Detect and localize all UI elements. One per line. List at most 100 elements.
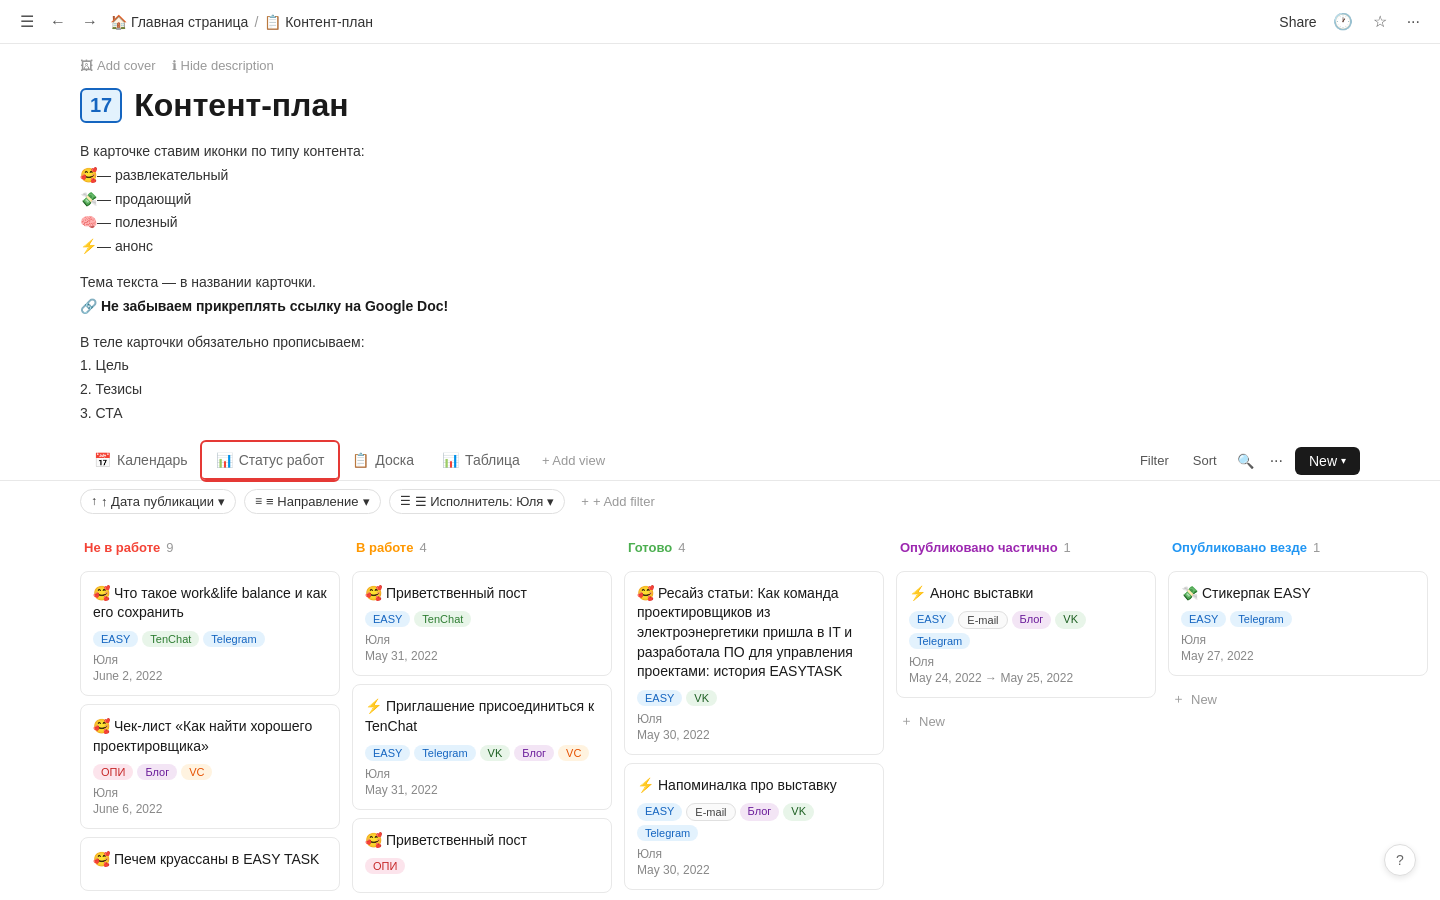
hide-description-button[interactable]: ℹ Hide description bbox=[172, 58, 274, 73]
card-title: 🥰Чек-лист «Как найти хорошего проектиров… bbox=[93, 717, 327, 756]
column-not-working: Не в работе9 🥰Что такое work&life balanc… bbox=[80, 534, 340, 900]
breadcrumb-sep: / bbox=[254, 14, 258, 30]
card-tags: ОПИБлогVC bbox=[93, 764, 327, 780]
person-icon: ☰ bbox=[400, 494, 411, 508]
card-tag: EASY bbox=[1181, 611, 1226, 627]
star-icon[interactable]: ☆ bbox=[1369, 8, 1391, 35]
card-author: Юля bbox=[1181, 633, 1415, 647]
calendar-tab-icon: 📅 bbox=[94, 452, 111, 468]
card[interactable]: 🥰Приветственный пост ОПИ bbox=[352, 818, 612, 894]
add-card-button-published[interactable]: ＋New bbox=[1168, 684, 1428, 714]
column-count: 4 bbox=[678, 540, 685, 555]
desc-useful: 🧠— полезный bbox=[80, 211, 1360, 235]
column-header-published: Опубликовано везде1 bbox=[1168, 534, 1428, 563]
add-filter-button[interactable]: + + Add filter bbox=[573, 490, 662, 513]
column-published: Опубликовано везде1 💸Стикерпак EASY EASY… bbox=[1168, 534, 1428, 900]
plus-icon: + bbox=[581, 494, 589, 509]
card-tag: EASY bbox=[365, 745, 410, 761]
card-date: May 30, 2022 bbox=[637, 863, 871, 877]
card[interactable]: ⚡Анонс выставки EASYE-mailБлогVKTelegram… bbox=[896, 571, 1156, 699]
desc-selling: 💸— продающий bbox=[80, 188, 1360, 212]
card-date: May 31, 2022 bbox=[365, 649, 599, 663]
page-header: 🖼 Add cover ℹ Hide description 17 Контен… bbox=[0, 44, 1440, 426]
card-tag: EASY bbox=[909, 611, 954, 629]
tab-table[interactable]: 📊 Таблица bbox=[428, 442, 534, 480]
date-filter-chip[interactable]: ↑ ↑ Дата публикации ▾ bbox=[80, 489, 236, 514]
card-title: 🥰Приветственный пост bbox=[365, 584, 599, 604]
add-cover-button[interactable]: 🖼 Add cover bbox=[80, 58, 156, 73]
card-date: May 27, 2022 bbox=[1181, 649, 1415, 663]
chevron-down-icon: ▾ bbox=[363, 494, 370, 509]
list-item-2: 2. Тезисы bbox=[80, 378, 1360, 402]
card-tag: Блог bbox=[740, 803, 780, 821]
card-date: June 2, 2022 bbox=[93, 669, 327, 683]
search-button[interactable]: 🔍 bbox=[1233, 449, 1258, 473]
card-tags: ОПИ bbox=[365, 858, 599, 874]
back-icon[interactable]: ← bbox=[46, 9, 70, 35]
desc-body: В теле карточки обязательно прописываем: bbox=[80, 331, 1360, 355]
breadcrumb-home[interactable]: 🏠 Главная страница bbox=[110, 14, 248, 30]
column-header-in-progress: В работе4 bbox=[352, 534, 612, 563]
forward-icon[interactable]: → bbox=[78, 9, 102, 35]
card-tag: Блог bbox=[137, 764, 177, 780]
card-tag: ОПИ bbox=[365, 858, 405, 874]
card[interactable]: 🥰Что такое work&life balance и как его с… bbox=[80, 571, 340, 696]
view-tabs: 📅 Календарь 📊 Статус работ 📋 Доска 📊 Таб… bbox=[80, 442, 613, 480]
card-emoji: 🥰 bbox=[637, 585, 654, 601]
view-actions: Filter Sort 🔍 ··· New ▾ bbox=[1132, 447, 1360, 475]
card-tag: Блог bbox=[1012, 611, 1052, 629]
card-tags: EASYTelegram bbox=[1181, 611, 1415, 627]
status-tab-icon: 📊 bbox=[216, 452, 233, 468]
plus-icon: ＋ bbox=[1172, 690, 1185, 708]
new-button[interactable]: New ▾ bbox=[1295, 447, 1360, 475]
plus-icon: ＋ bbox=[900, 712, 913, 730]
card-tag: Telegram bbox=[414, 745, 475, 761]
add-card-button-partial[interactable]: ＋New bbox=[896, 706, 1156, 736]
view-tabs-row: 📅 Календарь 📊 Статус работ 📋 Доска 📊 Таб… bbox=[0, 442, 1440, 481]
breadcrumb-current[interactable]: 📋 Контент-план bbox=[264, 14, 373, 30]
tab-board[interactable]: 📋 Доска bbox=[338, 442, 428, 480]
image-icon: 🖼 bbox=[80, 58, 93, 73]
card[interactable]: 🥰Чек-лист «Как найти хорошего проектиров… bbox=[80, 704, 340, 829]
list-item-3: 3. СТА bbox=[80, 402, 1360, 426]
sort-button[interactable]: Sort bbox=[1185, 449, 1225, 472]
card-tag: Telegram bbox=[637, 825, 698, 841]
filter-button[interactable]: Filter bbox=[1132, 449, 1177, 472]
assignee-filter-chip[interactable]: ☰ ☰ Исполнитель: Юля ▾ bbox=[389, 489, 566, 514]
card-emoji: 🥰 bbox=[365, 585, 382, 601]
tab-calendar[interactable]: 📅 Календарь bbox=[80, 442, 202, 480]
card-author: Юля bbox=[93, 786, 327, 800]
more-options-icon[interactable]: ··· bbox=[1403, 9, 1424, 35]
share-button[interactable]: Share bbox=[1279, 14, 1316, 30]
filter-row: ↑ ↑ Дата публикации ▾ ≡ ≡ Направление ▾ … bbox=[0, 481, 1440, 522]
direction-filter-chip[interactable]: ≡ ≡ Направление ▾ bbox=[244, 489, 380, 514]
menu-icon[interactable]: ☰ bbox=[16, 8, 38, 35]
card-date: May 31, 2022 bbox=[365, 783, 599, 797]
card-author: Юля bbox=[93, 653, 327, 667]
tab-status[interactable]: 📊 Статус работ bbox=[202, 442, 339, 480]
column-header-done: Готово4 bbox=[624, 534, 884, 563]
card-tags: EASYE-mailБлогVKTelegram bbox=[909, 611, 1143, 649]
card[interactable]: 🥰Ресайз статьи: Как команда проектировщи… bbox=[624, 571, 884, 755]
card-date: May 24, 2022 → May 25, 2022 bbox=[909, 671, 1143, 685]
card-title: 🥰Приветственный пост bbox=[365, 831, 599, 851]
card-title: 🥰Ресайз статьи: Как команда проектировщи… bbox=[637, 584, 871, 682]
card-tag: Telegram bbox=[1230, 611, 1291, 627]
history-icon[interactable]: 🕐 bbox=[1329, 8, 1357, 35]
column-count: 9 bbox=[166, 540, 173, 555]
card-title: 🥰Что такое work&life balance и как его с… bbox=[93, 584, 327, 623]
card[interactable]: 🥰Печем круассаны в EASY TASK bbox=[80, 837, 340, 891]
column-status: В работе bbox=[356, 540, 413, 555]
help-button[interactable]: ? bbox=[1384, 844, 1416, 876]
add-view-button[interactable]: + Add view bbox=[534, 443, 613, 478]
board-container: Не в работе9 🥰Что такое work&life balanc… bbox=[0, 522, 1440, 900]
more-view-options-button[interactable]: ··· bbox=[1266, 448, 1287, 474]
card-emoji: ⚡ bbox=[365, 698, 382, 714]
card[interactable]: 💸Стикерпак EASY EASYTelegram Юля May 27,… bbox=[1168, 571, 1428, 677]
card[interactable]: ⚡Напоминалка про выставку EASYE-mailБлог… bbox=[624, 763, 884, 891]
card[interactable]: 🥰Приветственный пост EASYTenChat Юля May… bbox=[352, 571, 612, 677]
card[interactable]: ⚡Приглашение присоединиться к TenChat EA… bbox=[352, 684, 612, 809]
card-date: June 6, 2022 bbox=[93, 802, 327, 816]
card-tags: EASYTenChatTelegram bbox=[93, 631, 327, 647]
card-tag: TenChat bbox=[414, 611, 471, 627]
